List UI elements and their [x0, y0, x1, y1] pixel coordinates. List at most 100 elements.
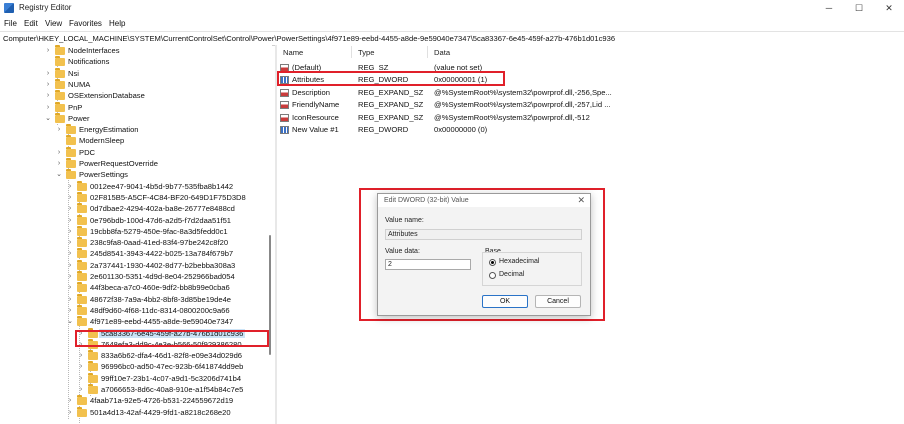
tree-item-label[interactable]: 501a4d13-42af-4429-9fd1-a8218c268e20 [90, 408, 231, 417]
decimal-label[interactable]: Decimal [499, 271, 524, 278]
tree-item-label[interactable]: 238c9fa8-0aad-41ed-83f4-97be242c8f20 [90, 238, 228, 247]
tree-item-label[interactable]: 96996bc0-ad50-47ec-923b-6f41874dd9eb [101, 362, 243, 371]
hexadecimal-label[interactable]: Hexadecimal [499, 258, 539, 265]
value-row[interactable]: FriendlyName REG_EXPAND_SZ @%SystemRoot%\s… [277, 99, 904, 110]
tree-item[interactable]: › 0012ee47-9041-4b5d-9b77-535fba8b1442 [0, 180, 272, 192]
tree-item[interactable]: ⌄ Power [0, 112, 272, 124]
chevron-right-icon[interactable]: › [55, 125, 63, 134]
address-bar[interactable]: Computer\HKEY_LOCAL_MACHINE\SYSTEM\Curre… [0, 31, 904, 46]
tree-item-label[interactable]: PnP [68, 103, 82, 112]
chevron-down-icon[interactable]: ⌄ [66, 317, 74, 326]
chevron-right-icon[interactable]: › [77, 329, 85, 338]
tree-item-label[interactable]: NodeInterfaces [68, 46, 120, 55]
tree-item-label[interactable]: 48df9d60-4f68-11dc-8314-0800200c9a66 [90, 306, 230, 315]
cancel-button[interactable]: Cancel [535, 295, 581, 308]
value-row[interactable]: Description REG_EXPAND_SZ @%SystemRoot%\sy… [277, 87, 904, 98]
tree-item[interactable]: › 0e796bdb-100d-47d6-a2d5-f7d2daa51f51 [0, 214, 272, 226]
tree-item[interactable]: › 99ff10e7-23b1-4c07-a9d1-5c3206d741b4 [0, 372, 272, 384]
tree-item[interactable]: › 7648efa3-dd9c-4e3e-b566-50f929386280 [0, 338, 272, 350]
column-header-name[interactable]: Name [283, 48, 303, 57]
tree-item-label[interactable]: PDC [79, 148, 95, 157]
tree-item-label[interactable]: EnergyEstimation [79, 125, 139, 134]
chevron-down-icon[interactable]: ⌄ [55, 170, 63, 179]
tree-item[interactable]: › 833a6b62-dfa4-46d1-82f8-e09e34d029d6 [0, 350, 272, 361]
chevron-right-icon[interactable]: › [66, 261, 74, 270]
close-button[interactable]: ✕ [878, 1, 900, 15]
chevron-right-icon[interactable]: › [44, 69, 52, 78]
value-row[interactable]: Attributes REG_DWORD 0x00000001 (1) [277, 74, 904, 85]
chevron-right-icon[interactable]: › [66, 306, 74, 315]
chevron-right-icon[interactable]: › [77, 340, 85, 349]
tree-item-label[interactable]: 99ff10e7-23b1-4c07-a9d1-5c3206d741b4 [101, 374, 241, 383]
chevron-right-icon[interactable]: › [77, 385, 85, 394]
chevron-right-icon[interactable]: › [66, 204, 74, 213]
tree-item[interactable]: › EnergyEstimation [0, 124, 272, 135]
chevron-right-icon[interactable]: › [66, 227, 74, 236]
chevron-right-icon[interactable]: › [66, 216, 74, 225]
chevron-right-icon[interactable] [55, 136, 63, 145]
tree-item-label[interactable]: 02F815B5-A5CF-4C84-BF20-649D1F75D3D8 [90, 193, 246, 202]
maximize-button[interactable]: ☐ [848, 1, 870, 15]
tree-item[interactable]: › 4faab71a-92e5-4726-b531-224559672d19 [0, 395, 272, 406]
tree-item-label[interactable]: 2a737441-1930-4402-8d77-b2bebba308a3 [90, 261, 235, 270]
tree-item-label[interactable]: Power [68, 114, 90, 123]
chevron-right-icon[interactable]: › [77, 362, 85, 371]
chevron-right-icon[interactable]: › [66, 396, 74, 405]
chevron-right-icon[interactable]: › [44, 46, 52, 55]
menu-view[interactable]: View [45, 19, 62, 28]
tree-item-label[interactable]: 7648efa3-dd9c-4e3e-b566-50f929386280 [101, 340, 242, 349]
tree-item[interactable]: › 02F815B5-A5CF-4C84-BF20-649D1F75D3D8 [0, 191, 272, 203]
tree-item[interactable]: › 48df9d60-4f68-11dc-8314-0800200c9a66 [0, 304, 272, 316]
chevron-right-icon[interactable]: › [44, 103, 52, 112]
tree-item[interactable]: › 2e601130-5351-4d9d-8e04-252966bad054 [0, 271, 272, 282]
tree-item[interactable]: › 19cbb8fa-5279-450e-9fac-8a3d5fedd0c1 [0, 225, 272, 237]
tree-item-label[interactable]: a7066653-8d6c-40a8-910e-a1f54b84c7e5 [101, 385, 243, 394]
tree-item-label[interactable]: OSExtensionDatabase [68, 91, 145, 100]
tree-item[interactable]: › 2a737441-1930-4402-8d77-b2bebba308a3 [0, 259, 272, 271]
tree-item[interactable]: ⌄ 4f971e89-eebd-4455-a8de-9e59040e7347 [0, 316, 272, 327]
column-header-type[interactable]: Type [358, 48, 374, 57]
tree-item-label[interactable]: 19cbb8fa-5279-450e-9fac-8a3d5fedd0c1 [90, 227, 228, 236]
chevron-right-icon[interactable]: › [55, 159, 63, 168]
tree-item[interactable]: ⌄ PowerSettings [0, 169, 272, 180]
tree-item-label[interactable]: 44f3beca-a7c0-460e-9df2-bb8b99e0cba6 [90, 283, 230, 292]
menu-edit[interactable]: Edit [24, 19, 38, 28]
tree-item[interactable]: › PowerRequestOverride [0, 158, 272, 169]
ok-button[interactable]: OK [482, 295, 528, 308]
dialog-close-button[interactable]: ✕ [577, 195, 585, 206]
column-separator[interactable] [427, 46, 428, 58]
chevron-right-icon[interactable]: › [66, 408, 74, 417]
tree-item[interactable]: Notifications [0, 56, 272, 67]
value-row[interactable]: (Default) REG_SZ (value not set) [277, 62, 904, 73]
column-header-data[interactable]: Data [434, 48, 450, 57]
tree-item[interactable]: › 5ca83367-6e45-459f-a27b-476b1d01c936 [0, 327, 272, 339]
menu-help[interactable]: Help [109, 19, 125, 28]
tree-item-label[interactable]: 0012ee47-9041-4b5d-9b77-535fba8b1442 [90, 182, 233, 191]
tree-item[interactable]: › Nsi [0, 67, 272, 79]
tree-item-label[interactable]: 48672f38-7a9a-4bb2-8bf8-3d85be19de4e [90, 295, 231, 304]
tree-item[interactable]: ModernSleep [0, 135, 272, 146]
column-separator[interactable] [351, 46, 352, 58]
tree-item-label[interactable]: 4faab71a-92e5-4726-b531-224559672d19 [90, 396, 233, 405]
tree-item-label[interactable]: Notifications [68, 57, 109, 66]
tree-item[interactable]: › 0d7dbae2-4294-402a-ba8e-26777e8488cd [0, 203, 272, 214]
registry-key-tree[interactable]: › NodeInterfaces Notifications › Nsi › NUMA › OS… [0, 45, 272, 424]
decimal-radio[interactable] [489, 272, 496, 279]
chevron-right-icon[interactable]: › [66, 283, 74, 292]
tree-item-label[interactable]: 4f971e89-eebd-4455-a8de-9e59040e7347 [90, 317, 233, 326]
tree-item-label[interactable]: 0d7dbae2-4294-402a-ba8e-26777e8488cd [90, 204, 235, 213]
tree-item-label[interactable]: 833a6b62-dfa4-46d1-82f8-e09e34d029d6 [101, 351, 242, 360]
value-data-input[interactable]: 2 [385, 259, 471, 270]
tree-item[interactable]: › a7066653-8d6c-40a8-910e-a1f54b84c7e5 [0, 384, 272, 395]
tree-item[interactable]: › OSExtensionDatabase [0, 90, 272, 101]
chevron-down-icon[interactable]: ⌄ [44, 114, 52, 123]
tree-item[interactable]: › NodeInterfaces [0, 45, 272, 56]
value-row[interactable]: IconResource REG_EXPAND_SZ @%SystemRoot%\s… [277, 112, 904, 123]
tree-item-label[interactable]: 2e601130-5351-4d9d-8e04-252966bad054 [90, 272, 235, 281]
tree-item[interactable]: › PDC [0, 146, 272, 158]
hexadecimal-radio[interactable] [489, 259, 496, 266]
chevron-right-icon[interactable]: › [44, 80, 52, 89]
chevron-right-icon[interactable]: › [44, 91, 52, 100]
tree-item-label[interactable]: 5ca83367-6e45-459f-a27b-476b1d01c936 [99, 328, 246, 338]
chevron-right-icon[interactable]: › [66, 295, 74, 304]
